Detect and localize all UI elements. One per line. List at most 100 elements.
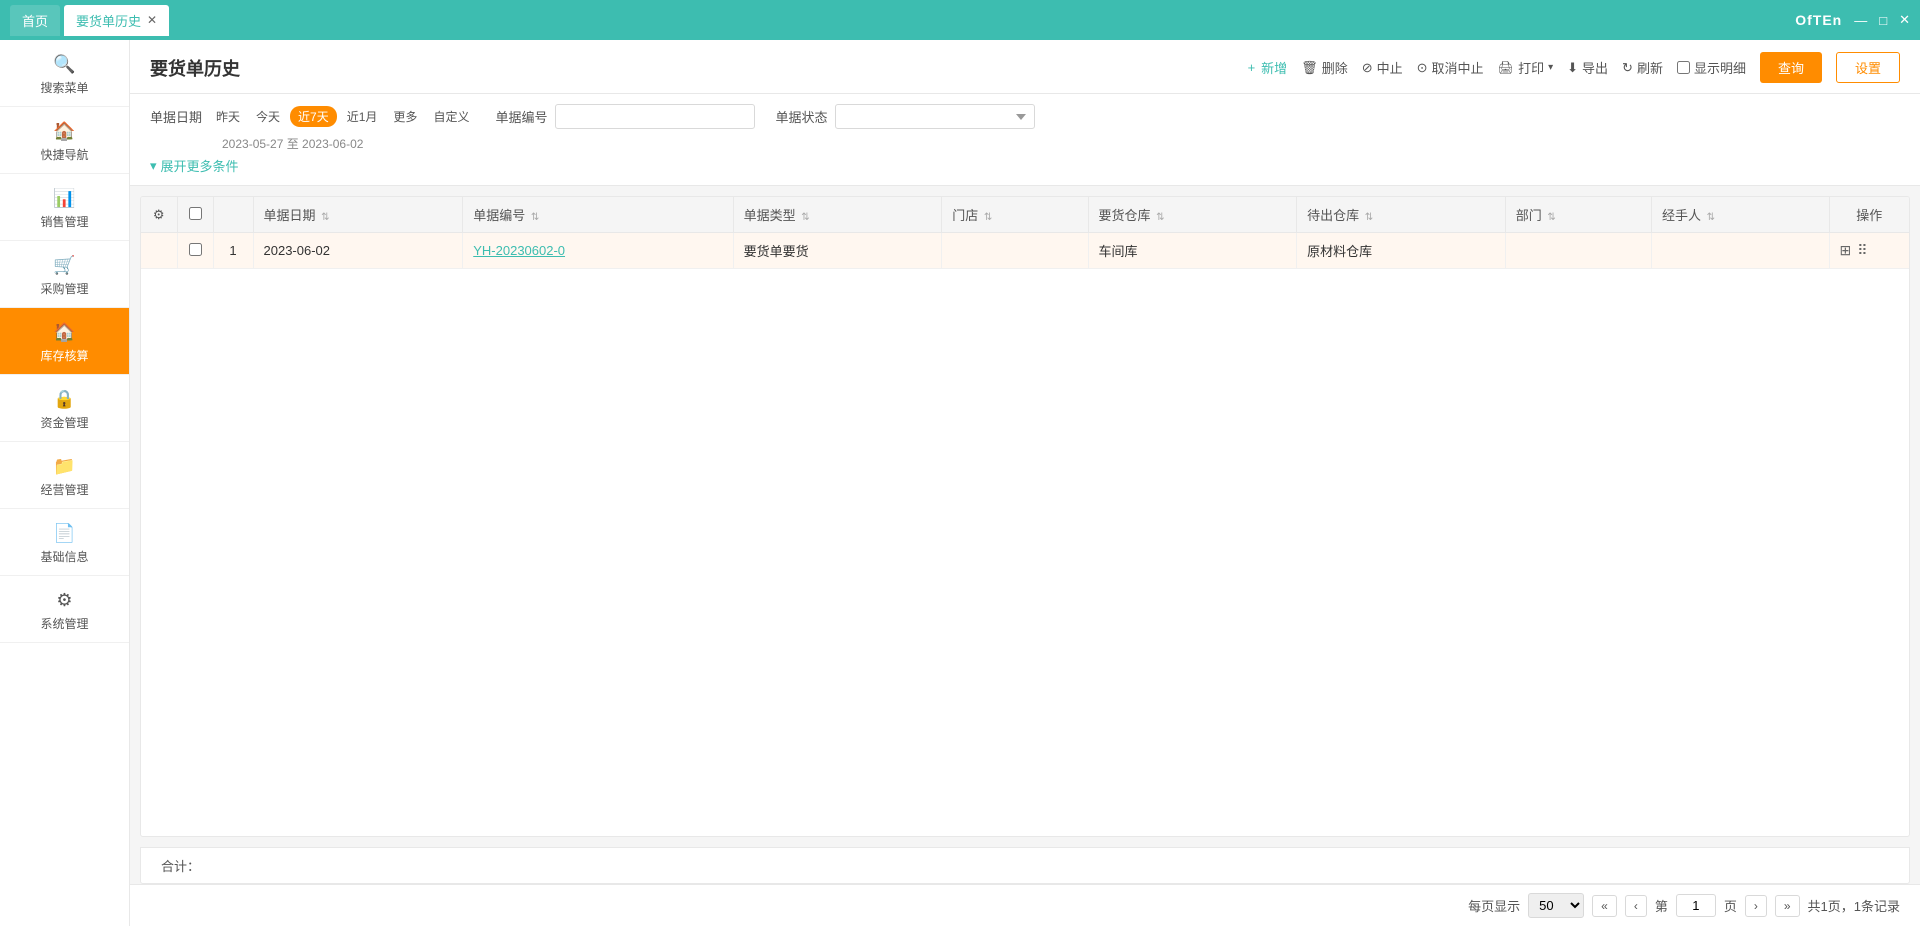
sidebar-item-sales-mgmt[interactable]: 📊 销售管理 [0,174,129,241]
page-size-select[interactable]: 50 10 20 100 [1528,893,1584,918]
th-doc-type[interactable]: 单据类型 ⇅ [733,197,942,233]
prev-page-btn[interactable]: ‹ [1625,895,1647,917]
maximize-btn[interactable]: □ [1879,13,1887,28]
sort-department-icon: ⇅ [1547,212,1555,223]
sidebar-item-basic-info[interactable]: 📄 基础信息 [0,509,129,576]
doc-status-select[interactable] [835,104,1035,129]
close-btn[interactable]: ✕ [1899,12,1910,28]
date-label: 单据日期 [150,107,202,126]
row-edit-icon[interactable]: ⊞ [1840,242,1852,259]
th-num [213,197,253,233]
first-page-btn[interactable]: « [1592,895,1617,917]
sidebar-item-search-menu-label: 搜索菜单 [40,79,88,96]
th-handler[interactable]: 经手人 ⇅ [1652,197,1830,233]
row-more-icon[interactable]: ⠿ [1857,242,1867,259]
page-input[interactable] [1676,894,1716,917]
brand-label: OfTEn [1795,12,1842,28]
sort-store-icon: ⇅ [984,212,992,223]
th-department[interactable]: 部门 ⇅ [1505,197,1651,233]
date-range-display: 2023-05-27 至 2023-06-02 [222,137,363,151]
page-header: 要货单历史 + 新增 🗑 删除 ⊘ 中止 ⊙ [130,40,1920,94]
th-pending-warehouse[interactable]: 待出仓库 ⇅ [1297,197,1506,233]
filter-bar: 单据日期 昨天 今天 近7天 近1月 更多 自定义 单据编号 [130,94,1920,186]
filter-status-group: 单据状态 [775,104,1035,129]
sidebar-item-inventory[interactable]: 🏠 库存核算 [0,308,129,375]
display-detail-input[interactable] [1677,61,1690,74]
date-btn-today[interactable]: 今天 [250,106,286,127]
doc-number-link[interactable]: YH-20230602-0 [473,243,565,258]
setting-button[interactable]: 设置 [1836,52,1900,83]
sidebar-item-quick-nav[interactable]: 🏠 快捷导航 [0,107,129,174]
td-handler [1652,233,1830,269]
footer-sum: 合计： [140,847,1910,884]
th-req-warehouse[interactable]: 要货仓库 ⇅ [1088,197,1297,233]
td-doc-number[interactable]: YH-20230602-0 [463,233,733,269]
sidebar-item-sales-mgmt-label: 销售管理 [40,213,88,230]
sidebar-item-purchase-mgmt[interactable]: 🛒 采购管理 [0,241,129,308]
quick-nav-icon: 🏠 [53,121,75,142]
sidebar-item-finance-label: 资金管理 [40,414,88,431]
page-title-row: 要货单历史 + 新增 🗑 删除 ⊘ 中止 ⊙ [150,52,1900,83]
next-page-btn[interactable]: › [1745,895,1767,917]
sidebar-item-purchase-mgmt-label: 采购管理 [40,280,88,297]
content-area: 要货单历史 + 新增 🗑 删除 ⊘ 中止 ⊙ [130,40,1920,926]
inventory-icon: 🏠 [53,322,75,343]
delete-button[interactable]: 🗑 删除 [1301,58,1348,77]
expand-more-btn[interactable]: ▾ 展开更多条件 [150,156,1900,175]
delete-label: 删除 [1322,58,1348,77]
minimize-btn[interactable]: — [1854,13,1867,28]
sidebar-item-finance[interactable]: 🔒 资金管理 [0,375,129,442]
last-page-btn[interactable]: » [1775,895,1800,917]
pagination-bar: 每页显示 50 10 20 100 « ‹ 第 页 › » 共1页，1条记录 [130,884,1920,926]
export-button[interactable]: ⬇ 导出 [1567,58,1608,77]
sidebar-item-search-menu[interactable]: 🔍 搜索菜单 [0,40,129,107]
sidebar-item-inventory-label: 库存核算 [40,347,88,364]
operations-icon: 📁 [53,456,75,477]
date-btn-custom[interactable]: 自定义 [427,106,475,127]
sidebar-item-operations[interactable]: 📁 经营管理 [0,442,129,509]
expand-chevron-icon: ▾ [150,158,157,174]
table-area: ⚙ 单据日期 ⇅ 单据编号 ⇅ [140,196,1910,837]
date-btn-yesterday[interactable]: 昨天 [210,106,246,127]
new-button[interactable]: + 新增 [1248,58,1288,77]
stop-button[interactable]: ⊘ 中止 [1362,58,1403,77]
sidebar-item-operations-label: 经营管理 [40,481,88,498]
th-doc-number[interactable]: 单据编号 ⇅ [463,197,733,233]
th-store[interactable]: 门店 ⇅ [942,197,1088,233]
page-suffix: 页 [1724,896,1737,915]
select-all-checkbox[interactable] [189,207,202,220]
date-btn-more[interactable]: 更多 [387,106,423,127]
table-row: 1 2023-06-02 YH-20230602-0 要货单要货 车间库 原材料… [141,233,1909,269]
sidebar-item-system-mgmt[interactable]: ⚙ 系统管理 [0,576,129,643]
date-btn-1month[interactable]: 近1月 [341,106,384,127]
th-checkbox [177,197,213,233]
tab-close-icon[interactable]: ✕ [147,13,157,27]
tab-requisition-history[interactable]: 要货单历史 ✕ [64,5,169,36]
delete-icon: 🗑 [1301,60,1318,76]
cancel-stop-button[interactable]: ⊙ 取消中止 [1417,58,1484,77]
print-button[interactable]: 🖨 打印 ▾ [1498,58,1554,77]
finance-icon: 🔒 [53,389,75,410]
sidebar-item-system-mgmt-label: 系统管理 [40,615,88,632]
date-btn-7days[interactable]: 近7天 [290,106,337,127]
data-table: ⚙ 单据日期 ⇅ 单据编号 ⇅ [141,197,1909,269]
display-detail-checkbox[interactable]: 显示明细 [1677,58,1746,77]
sidebar: 🔍 搜索菜单 🏠 快捷导航 📊 销售管理 🛒 采购管理 🏠 库存核算 🔒 资金管… [0,40,130,926]
tab-home[interactable]: 首页 [10,5,60,36]
sort-pending-warehouse-icon: ⇅ [1365,212,1373,223]
refresh-label: 刷新 [1637,58,1663,77]
top-bar: 首页 要货单历史 ✕ OfTEn — □ ✕ [0,0,1920,40]
query-button[interactable]: 查询 [1760,52,1822,83]
th-doc-date[interactable]: 单据日期 ⇅ [253,197,463,233]
th-gear[interactable]: ⚙ [141,197,177,233]
row-checkbox[interactable] [189,243,202,256]
refresh-button[interactable]: ↻ 刷新 [1622,58,1663,77]
doc-number-input[interactable] [555,104,755,129]
display-detail-label: 显示明细 [1694,58,1746,77]
purchase-mgmt-icon: 🛒 [53,255,75,276]
sum-label: 合计： [161,856,200,875]
sort-doc-type-icon: ⇅ [801,212,809,223]
page-title: 要货单历史 [150,55,240,81]
sales-mgmt-icon: 📊 [53,188,75,209]
sort-doc-number-icon: ⇅ [531,212,539,223]
